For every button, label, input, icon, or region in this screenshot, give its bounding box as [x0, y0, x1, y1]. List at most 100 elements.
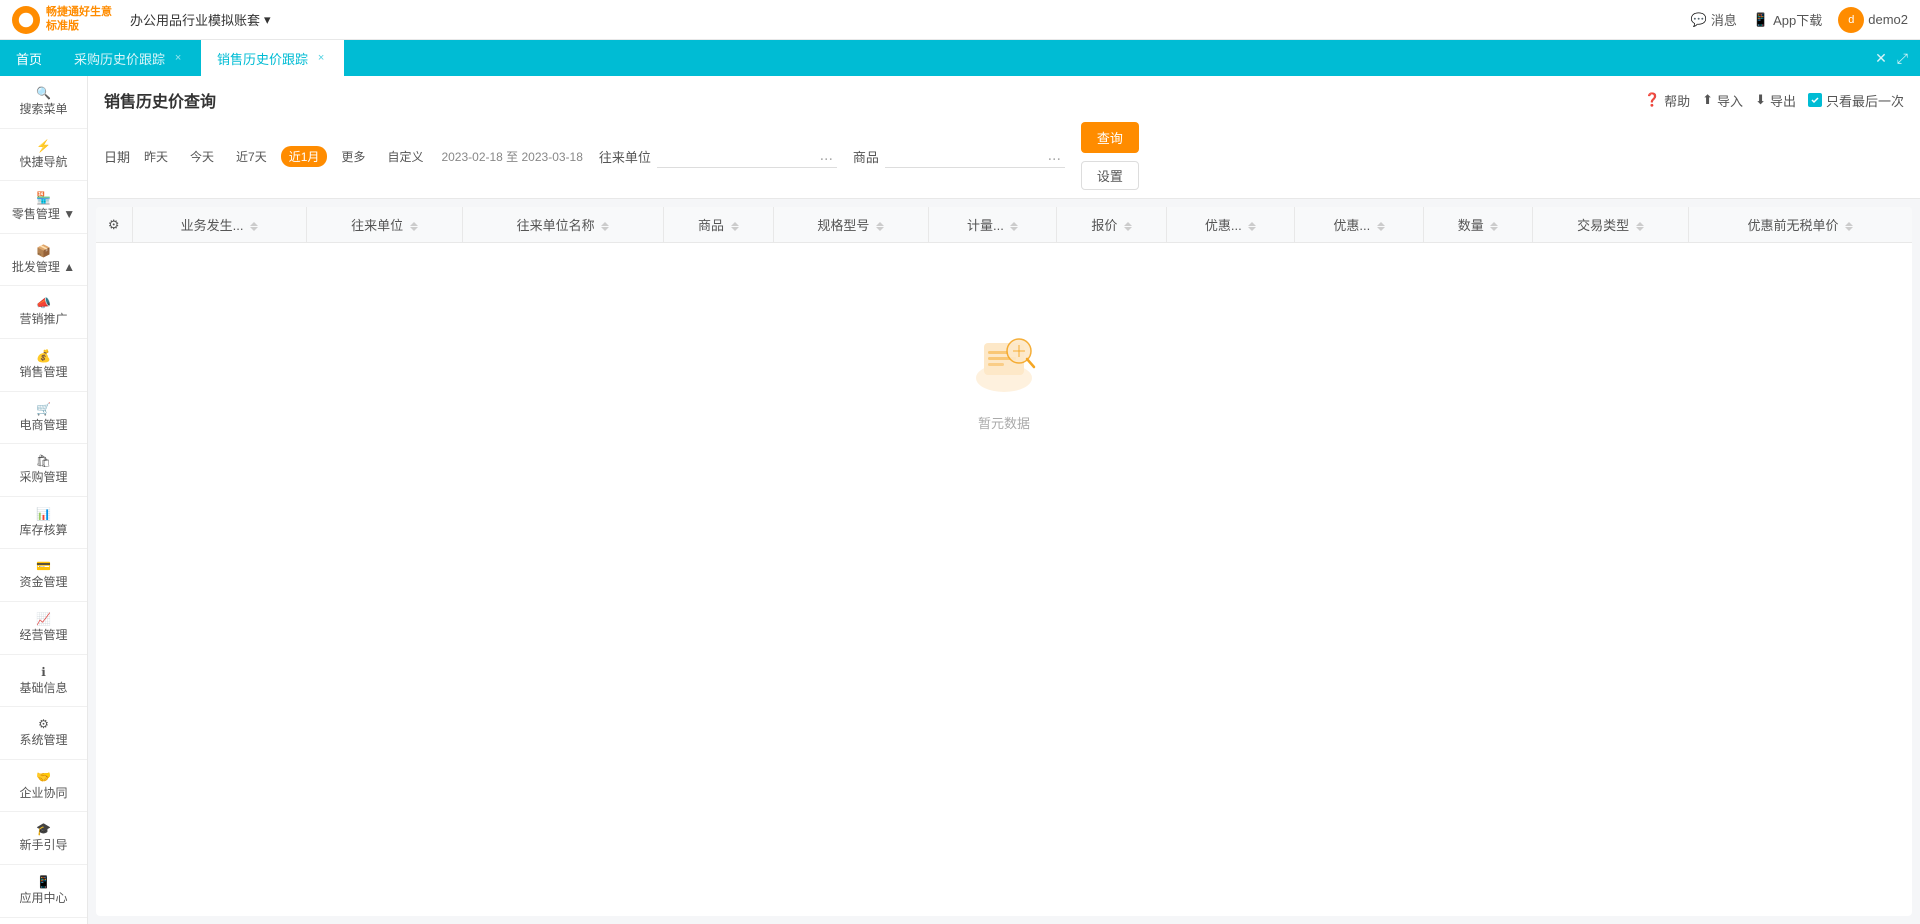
sidebar-label-quick: 快捷导航 — [19, 155, 67, 171]
th-pretax-price[interactable]: 优惠前无税单价 — [1688, 207, 1912, 243]
th-qty[interactable]: 数量 — [1423, 207, 1532, 243]
sidebar-item-retail[interactable]: 🏪 零售管理 ▼ — [0, 181, 87, 234]
sort-icon-qty — [1490, 222, 1498, 231]
table-container: ⚙ 业务发生... 往来单位 往来单位名称 — [96, 207, 1912, 916]
date-filter-label: 日期 — [104, 147, 130, 166]
th-unit[interactable]: 计量... — [928, 207, 1057, 243]
sidebar-item-enterprise[interactable]: 🤝 企业协同 — [0, 760, 87, 813]
sidebar-item-quick[interactable]: ⚡ 快捷导航 — [0, 129, 87, 182]
partner-input[interactable]: ... — [657, 145, 837, 168]
app-download-button[interactable]: 📱 App下载 — [1753, 10, 1822, 29]
sidebar-item-marketing[interactable]: 📣 营销推广 — [0, 286, 87, 339]
sidebar-item-ecommerce[interactable]: 🛒 电商管理 — [0, 392, 87, 445]
logo-icon: 6 — [12, 6, 40, 34]
tab-home[interactable]: 首页 — [0, 40, 58, 76]
tab-sales-close[interactable]: × — [314, 51, 328, 65]
th-discount1[interactable]: 优惠... — [1166, 207, 1295, 243]
tab-purchase-close[interactable]: × — [171, 51, 185, 65]
data-table: ⚙ 业务发生... 往来单位 往来单位名称 — [96, 207, 1912, 243]
empty-state: 暂元数据 — [96, 243, 1912, 512]
th-spec[interactable]: 规格型号 — [773, 207, 928, 243]
export-button[interactable]: ⬇ 导出 — [1755, 91, 1796, 110]
search-icon: 🔍 — [36, 86, 51, 100]
sidebar-item-apps[interactable]: 📱 应用中心 — [0, 865, 87, 918]
sort-icon-price — [1124, 222, 1132, 231]
top-bar: 6 畅捷通好生意 标准版 办公用品行业模拟账套 ▾ 💬 消息 📱 App下载 d… — [0, 0, 1920, 40]
sort-icon-trade-type — [1636, 222, 1644, 231]
sidebar-item-sales[interactable]: 💰 销售管理 — [0, 339, 87, 392]
sort-icon-unit — [1010, 222, 1018, 231]
marketing-icon: 📣 — [36, 296, 51, 310]
gear-icon: ⚙ — [108, 217, 120, 232]
th-discount2[interactable]: 优惠... — [1295, 207, 1424, 243]
th-gear[interactable]: ⚙ — [96, 207, 132, 243]
basics-icon: ℹ — [41, 665, 46, 679]
content-area: 销售历史价查询 ❓ 帮助 ⬆ 导入 ⬇ 导出 — [88, 76, 1920, 924]
settings-button[interactable]: 设置 — [1081, 161, 1139, 190]
user-profile[interactable]: d demo2 — [1838, 7, 1908, 33]
message-button[interactable]: 💬 消息 — [1691, 10, 1737, 29]
sidebar-label-apps: 应用中心 — [19, 891, 67, 907]
sort-icon-pretax-price — [1845, 222, 1853, 231]
th-product[interactable]: 商品 — [664, 207, 773, 243]
sidebar-item-finance[interactable]: 💳 资金管理 — [0, 549, 87, 602]
sidebar-label-purchase: 采购管理 — [19, 470, 67, 486]
sales-icon: 💰 — [36, 349, 51, 363]
sidebar-item-inventory[interactable]: 📊 库存核算 — [0, 497, 87, 550]
tab-home-label: 首页 — [16, 49, 42, 68]
product-input[interactable]: ... — [885, 145, 1065, 168]
help-button[interactable]: ❓ 帮助 — [1644, 91, 1690, 110]
sidebar-item-basics[interactable]: ℹ 基础信息 — [0, 655, 87, 708]
sidebar-item-wechat[interactable]: 💬 企业微信 — [0, 918, 87, 924]
sidebar-item-purchase[interactable]: 🛍 采购管理 — [0, 444, 87, 497]
tab-purchase[interactable]: 采购历史价跟踪 × — [58, 40, 201, 76]
svg-text:6: 6 — [22, 16, 26, 25]
operations-icon: 📈 — [36, 612, 51, 626]
partner-filter-group: 往来单位 ... — [599, 145, 837, 168]
sort-icon-discount1 — [1248, 222, 1256, 231]
partner-input-dots: ... — [820, 147, 833, 165]
newbie-icon: 🎓 — [36, 822, 51, 836]
sidebar-item-newbie[interactable]: 🎓 新手引导 — [0, 812, 87, 865]
sidebar-item-system[interactable]: ⚙ 系统管理 — [0, 707, 87, 760]
date-btn-today[interactable]: 今天 — [182, 146, 222, 167]
page-header-actions: ❓ 帮助 ⬆ 导入 ⬇ 导出 只看最后一次 — [1644, 91, 1904, 110]
sidebar-label-retail: 零售管理 ▼ — [12, 207, 75, 223]
page-title: 销售历史价查询 — [104, 88, 216, 112]
sidebar-label-wholesale: 批发管理 ▲ — [12, 260, 75, 276]
th-partner-name[interactable]: 往来单位名称 — [462, 207, 664, 243]
page-title-row: 销售历史价查询 ❓ 帮助 ⬆ 导入 ⬇ 导出 — [104, 88, 1904, 112]
tab-bar: 首页 采购历史价跟踪 × 销售历史价跟踪 × ✕ ⤢ — [0, 40, 1920, 76]
ecommerce-icon: 🛒 — [36, 402, 51, 416]
date-btn-yesterday[interactable]: 昨天 — [136, 146, 176, 167]
sidebar-label-enterprise: 企业协同 — [19, 786, 67, 802]
sort-icon-partner-name — [601, 222, 609, 231]
sidebar-item-wholesale[interactable]: 📦 批发管理 ▲ — [0, 234, 87, 287]
date-btn-custom[interactable]: 自定义 — [379, 146, 431, 167]
th-trade-type[interactable]: 交易类型 — [1533, 207, 1688, 243]
sort-icon-biz-date — [250, 222, 258, 231]
partner-filter-label: 往来单位 — [599, 147, 651, 166]
quick-icon: ⚡ — [36, 139, 51, 153]
date-btn-7days[interactable]: 近7天 — [228, 146, 275, 167]
company-selector[interactable]: 办公用品行业模拟账套 ▾ — [122, 6, 279, 33]
window-maximize-button[interactable]: ⤢ — [1893, 46, 1912, 71]
message-icon: 💬 — [1691, 12, 1707, 28]
tab-sales[interactable]: 销售历史价跟踪 × — [201, 40, 344, 76]
query-button[interactable]: 查询 — [1081, 122, 1139, 153]
sidebar-label-operations: 经营管理 — [19, 628, 67, 644]
th-price[interactable]: 报价 — [1057, 207, 1166, 243]
sidebar-label-search: 搜索菜单 — [19, 102, 67, 118]
top-bar-left: 6 畅捷通好生意 标准版 办公用品行业模拟账套 ▾ — [12, 6, 279, 34]
sidebar-item-operations[interactable]: 📈 经营管理 — [0, 602, 87, 655]
date-btn-1month[interactable]: 近1月 — [281, 146, 328, 167]
dropdown-icon: ▾ — [264, 12, 271, 28]
main-layout: 🔍 搜索菜单 ⚡ 快捷导航 🏪 零售管理 ▼ 📦 批发管理 ▲ 📣 营销推广 💰… — [0, 76, 1920, 924]
th-biz-date[interactable]: 业务发生... — [132, 207, 307, 243]
import-button[interactable]: ⬆ 导入 — [1702, 91, 1743, 110]
window-close-button[interactable]: ✕ — [1871, 46, 1891, 71]
date-btn-more[interactable]: 更多 — [333, 146, 373, 167]
sidebar-item-search[interactable]: 🔍 搜索菜单 — [0, 76, 87, 129]
th-partner-code[interactable]: 往来单位 — [307, 207, 462, 243]
only-last-checkbox[interactable]: 只看最后一次 — [1808, 91, 1904, 110]
